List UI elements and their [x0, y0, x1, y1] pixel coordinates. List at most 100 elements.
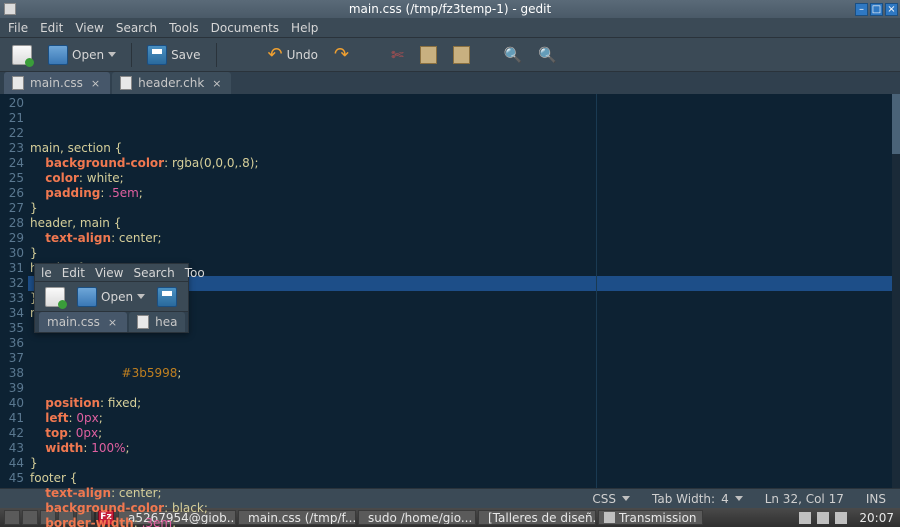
code-line[interactable]: main, section { [30, 141, 900, 156]
code-line[interactable] [30, 381, 900, 396]
tray-icon[interactable] [799, 512, 811, 524]
code-line[interactable] [30, 351, 900, 366]
code-line[interactable]: padding: .5em; [30, 186, 900, 201]
copy-icon [420, 46, 437, 64]
tab-close-button[interactable]: × [106, 316, 119, 329]
toolbar-separator [216, 43, 217, 67]
cut-button[interactable]: ✄ [387, 42, 408, 68]
line-number-gutter: 2021222324252627282930313233343536373839… [0, 94, 28, 488]
tab-label: main.css [30, 76, 83, 90]
document-icon [12, 76, 24, 90]
menu-file[interactable]: File [8, 21, 28, 35]
code-line[interactable]: top: 0px; [30, 426, 900, 441]
code-line[interactable]: width: 100%; [30, 441, 900, 456]
taskbar-task[interactable]: main.css (/tmp/f... [238, 510, 356, 525]
save-button-label: Save [171, 48, 200, 62]
code-line[interactable]: #3b5998; [30, 366, 900, 381]
task-buttons: a5267954@giob...main.css (/tmp/f...sudo … [118, 510, 793, 525]
open-button[interactable]: Open [73, 284, 149, 310]
new-document-button[interactable] [41, 284, 69, 310]
task-label: main.css (/tmp/f... [248, 511, 356, 525]
open-button[interactable]: Open [44, 42, 120, 68]
toolbar: Open [35, 282, 188, 312]
code-line[interactable]: color: white; [30, 171, 900, 186]
undo-icon: ↶ [268, 44, 283, 65]
paste-button[interactable] [449, 42, 474, 68]
save-button[interactable]: Save [143, 42, 204, 68]
menu-view[interactable]: View [75, 21, 103, 35]
menu-search[interactable]: Search [116, 21, 157, 35]
cut-icon: ✄ [391, 46, 404, 64]
menu-documents[interactable]: Documents [211, 21, 279, 35]
volume-icon[interactable] [835, 512, 847, 524]
save-icon [157, 287, 177, 307]
menu-file[interactable]: le [41, 266, 52, 280]
paste-icon [453, 46, 470, 64]
code-line[interactable]: } [30, 246, 900, 261]
menu-tools[interactable]: Too [185, 266, 205, 280]
taskbar-task[interactable]: Transmission [598, 510, 703, 525]
folder-open-icon [48, 45, 68, 65]
window-maximize-button[interactable]: □ [870, 3, 883, 16]
system-tray [793, 512, 853, 524]
find-replace-button[interactable]: 🔍 [534, 42, 561, 68]
show-desktop-icon[interactable] [4, 510, 20, 525]
new-document-icon [12, 45, 32, 65]
menu-edit[interactable]: Edit [40, 21, 63, 35]
code-line[interactable]: header, main { [30, 216, 900, 231]
task-icon [604, 512, 615, 523]
redo-button[interactable]: ↷ [330, 42, 353, 68]
task-label: Transmission [619, 511, 697, 525]
menu-edit[interactable]: Edit [62, 266, 85, 280]
window-close-button[interactable]: × [885, 3, 898, 16]
tab-header[interactable]: hea [129, 312, 185, 332]
menu-help[interactable]: Help [291, 21, 318, 35]
editor[interactable]: 2021222324252627282930313233343536373839… [0, 94, 900, 488]
code-line[interactable]: footer { [30, 471, 900, 486]
code-line[interactable]: } [30, 201, 900, 216]
save-button[interactable] [153, 284, 181, 310]
right-margin-guide [596, 94, 597, 488]
code-line[interactable]: text-align: center; [30, 231, 900, 246]
open-button-label: Open [72, 48, 104, 62]
code-line[interactable]: background-color: rgba(0,0,0,.8); [30, 156, 900, 171]
menubar: le Edit View Search Too [35, 264, 188, 282]
scrollbar-thumb[interactable] [892, 94, 900, 154]
code-line[interactable]: text-align: center; [30, 486, 900, 501]
menu-tools[interactable]: Tools [169, 21, 199, 35]
tab-main-css[interactable]: main.css × [39, 312, 127, 332]
code-line[interactable] [30, 336, 900, 351]
tab-close-button[interactable]: × [210, 77, 223, 90]
tab-close-button[interactable]: × [89, 77, 102, 90]
menu-search[interactable]: Search [133, 266, 174, 280]
window-minimize-button[interactable]: – [855, 3, 868, 16]
new-document-button[interactable] [8, 42, 36, 68]
secondary-editor-window[interactable]: le Edit View Search Too Open main.css × … [34, 263, 189, 333]
tab-label: hea [155, 315, 177, 329]
document-icon [120, 76, 132, 90]
clock[interactable]: 20:07 [853, 511, 900, 525]
new-document-icon [45, 287, 65, 307]
undo-button[interactable]: ↶ Undo [264, 42, 322, 68]
code-line[interactable]: position: fixed; [30, 396, 900, 411]
chevron-down-icon [108, 52, 116, 57]
tab-header-chk[interactable]: header.chk × [112, 72, 231, 94]
tab-label: main.css [47, 315, 100, 329]
search-icon: 🔍 [504, 46, 523, 64]
task-label: [Talleres de diseñ... [488, 511, 596, 525]
toolbar: Open Save ↶ Undo ↷ ✄ 🔍 🔍 [0, 38, 900, 72]
chevron-down-icon [137, 294, 145, 299]
tray-icon[interactable] [817, 512, 829, 524]
taskbar-task[interactable]: sudo /home/gio... [358, 510, 476, 525]
menu-view[interactable]: View [95, 266, 123, 280]
folder-open-icon [77, 287, 97, 307]
copy-button[interactable] [416, 42, 441, 68]
open-button-label: Open [101, 290, 133, 304]
taskbar-task[interactable]: [Talleres de diseñ... [478, 510, 596, 525]
code-line[interactable]: } [30, 456, 900, 471]
code-line[interactable]: left: 0px; [30, 411, 900, 426]
window-title: main.css (/tmp/fz3temp-1) - gedit [349, 2, 551, 16]
app-icon [4, 3, 16, 15]
tab-main-css[interactable]: main.css × [4, 72, 110, 94]
find-button[interactable]: 🔍 [500, 42, 527, 68]
